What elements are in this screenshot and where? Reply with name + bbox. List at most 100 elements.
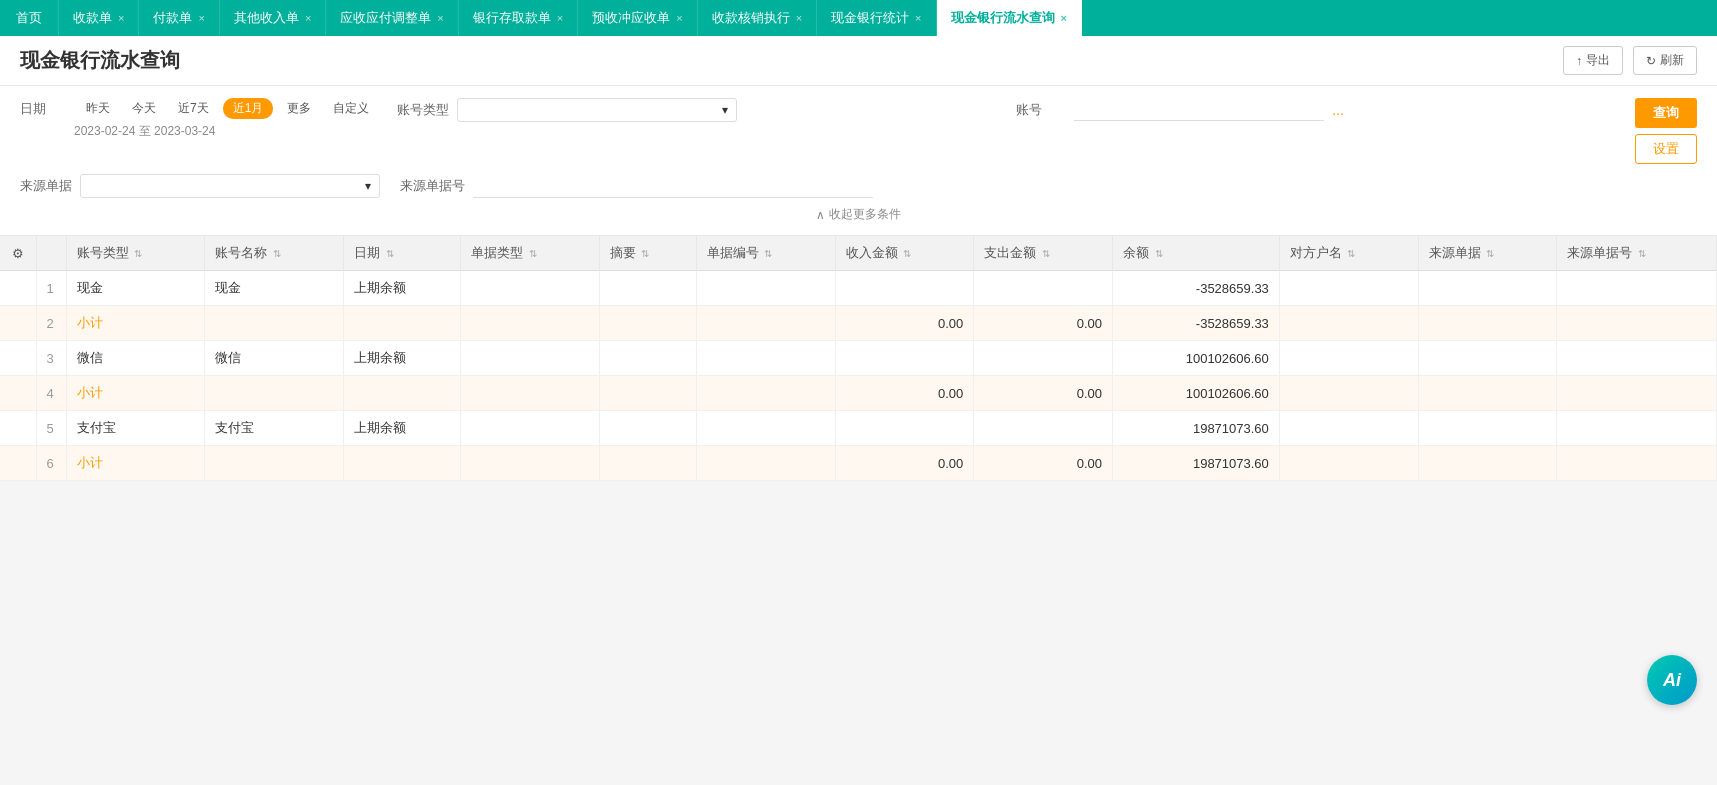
collapse-bar[interactable]: ∧ 收起更多条件: [20, 206, 1697, 223]
close-icon[interactable]: ×: [1061, 12, 1067, 24]
nav-home[interactable]: 首页: [0, 0, 59, 36]
td-date: 上期余额: [344, 271, 461, 306]
sort-icon: ⇅: [903, 248, 911, 259]
date-btn-1month[interactable]: 近1月: [223, 98, 274, 119]
th-balance[interactable]: 余额 ⇅: [1113, 236, 1280, 271]
page-title: 现金银行流水查询: [20, 47, 180, 74]
close-icon[interactable]: ×: [915, 12, 921, 24]
source-doc-no-input[interactable]: [473, 175, 873, 198]
chevron-down-icon: ▾: [722, 103, 728, 117]
td-account-type: 现金: [66, 271, 205, 306]
account-type-select[interactable]: ▾: [457, 98, 737, 122]
th-rownum: [36, 236, 66, 271]
settings-button[interactable]: 设置: [1635, 134, 1697, 164]
close-icon[interactable]: ×: [796, 12, 802, 24]
date-btn-today[interactable]: 今天: [124, 98, 164, 119]
td-account-type: 支付宝: [66, 411, 205, 446]
td-checkbox: [0, 446, 36, 481]
td-source-doc-no: [1557, 271, 1717, 306]
th-counterparty[interactable]: 对方户名 ⇅: [1279, 236, 1418, 271]
nav-tab-prepay[interactable]: 预收冲应收单 ×: [578, 0, 697, 36]
td-source-doc: [1418, 411, 1557, 446]
td-doc-no: [696, 411, 835, 446]
close-icon[interactable]: ×: [305, 12, 311, 24]
close-icon[interactable]: ×: [437, 12, 443, 24]
td-rownum: 1: [36, 271, 66, 306]
table-header-row: ⚙ 账号类型 ⇅ 账号名称 ⇅ 日期 ⇅ 单据类型 ⇅: [0, 236, 1717, 271]
th-summary[interactable]: 摘要 ⇅: [599, 236, 696, 271]
nav-tab-shoukuan[interactable]: 收款单 ×: [59, 0, 139, 36]
close-icon[interactable]: ×: [557, 12, 563, 24]
page-header: 现金银行流水查询 ↑ 导出 ↻ 刷新: [0, 36, 1717, 86]
nav-tab-other-income[interactable]: 其他收入单 ×: [220, 0, 326, 36]
td-rownum: 6: [36, 446, 66, 481]
td-expense: [974, 271, 1113, 306]
td-expense: [974, 411, 1113, 446]
td-doc-type: [460, 341, 599, 376]
export-icon: ↑: [1576, 54, 1582, 68]
close-icon[interactable]: ×: [198, 12, 204, 24]
th-gear[interactable]: ⚙: [0, 236, 36, 271]
td-date: [344, 376, 461, 411]
nav-tab-cash-flow[interactable]: 现金银行流水查询 ×: [937, 0, 1082, 36]
collapse-icon: ∧: [816, 208, 825, 222]
td-counterparty: [1279, 411, 1418, 446]
th-account-name[interactable]: 账号名称 ⇅: [205, 236, 344, 271]
td-balance: 19871073.60: [1113, 411, 1280, 446]
th-source-doc-no[interactable]: 来源单据号 ⇅: [1557, 236, 1717, 271]
date-btn-yesterday[interactable]: 昨天: [78, 98, 118, 119]
td-source-doc: [1418, 341, 1557, 376]
th-income[interactable]: 收入金额 ⇅: [835, 236, 974, 271]
nav-tab-adjustment[interactable]: 应收应付调整单 ×: [326, 0, 458, 36]
sort-icon: ⇅: [273, 248, 281, 259]
th-date[interactable]: 日期 ⇅: [344, 236, 461, 271]
date-btn-more[interactable]: 更多: [279, 98, 319, 119]
td-rownum: 4: [36, 376, 66, 411]
td-doc-type: [460, 376, 599, 411]
td-account-name: 微信: [205, 341, 344, 376]
refresh-button[interactable]: ↻ 刷新: [1633, 46, 1697, 75]
nav-tab-collection-exec[interactable]: 收款核销执行 ×: [698, 0, 817, 36]
data-table: ⚙ 账号类型 ⇅ 账号名称 ⇅ 日期 ⇅ 单据类型 ⇅: [0, 236, 1717, 481]
account-label: 账号: [1016, 101, 1066, 119]
more-account-button[interactable]: ...: [1332, 102, 1344, 118]
nav-tab-fukuan[interactable]: 付款单 ×: [139, 0, 219, 36]
nav-tab-bank-deposit[interactable]: 银行存取款单 ×: [459, 0, 578, 36]
td-balance: 100102606.60: [1113, 376, 1280, 411]
sort-icon: ⇅: [1486, 248, 1494, 259]
table-row: 3微信微信上期余额100102606.60: [0, 341, 1717, 376]
nav-tab-cash-stats[interactable]: 现金银行统计 ×: [817, 0, 936, 36]
source-doc-select[interactable]: ▾: [80, 174, 380, 198]
th-doc-type[interactable]: 单据类型 ⇅: [460, 236, 599, 271]
td-source-doc-no: [1557, 306, 1717, 341]
td-income: 0.00: [835, 306, 974, 341]
close-icon[interactable]: ×: [676, 12, 682, 24]
export-button[interactable]: ↑ 导出: [1563, 46, 1623, 75]
source-doc-no-label: 来源单据号: [400, 177, 465, 195]
query-button[interactable]: 查询: [1635, 98, 1697, 128]
td-source-doc-no: [1557, 376, 1717, 411]
td-balance: 100102606.60: [1113, 341, 1280, 376]
td-source-doc: [1418, 271, 1557, 306]
filter-area: 日期 昨天 今天 近7天 近1月 更多 自定义 2023-02-24 至 202…: [0, 86, 1717, 236]
date-label: 日期: [20, 100, 70, 118]
td-doc-no: [696, 306, 835, 341]
th-doc-no[interactable]: 单据编号 ⇅: [696, 236, 835, 271]
td-doc-type: [460, 446, 599, 481]
date-btn-custom[interactable]: 自定义: [325, 98, 377, 119]
table-area: ⚙ 账号类型 ⇅ 账号名称 ⇅ 日期 ⇅ 单据类型 ⇅: [0, 236, 1717, 481]
table-row: 1现金现金上期余额-3528659.33: [0, 271, 1717, 306]
td-account-name: 现金: [205, 271, 344, 306]
close-icon[interactable]: ×: [118, 12, 124, 24]
th-source-doc[interactable]: 来源单据 ⇅: [1418, 236, 1557, 271]
td-doc-type: [460, 411, 599, 446]
td-balance: 19871073.60: [1113, 446, 1280, 481]
account-input[interactable]: [1074, 98, 1324, 121]
td-balance: -3528659.33: [1113, 306, 1280, 341]
sort-icon: ⇅: [1155, 248, 1163, 259]
td-date: 上期余额: [344, 411, 461, 446]
th-account-type[interactable]: 账号类型 ⇅: [66, 236, 205, 271]
date-btn-7days[interactable]: 近7天: [170, 98, 217, 119]
th-expense[interactable]: 支出金额 ⇅: [974, 236, 1113, 271]
td-expense: 0.00: [974, 306, 1113, 341]
